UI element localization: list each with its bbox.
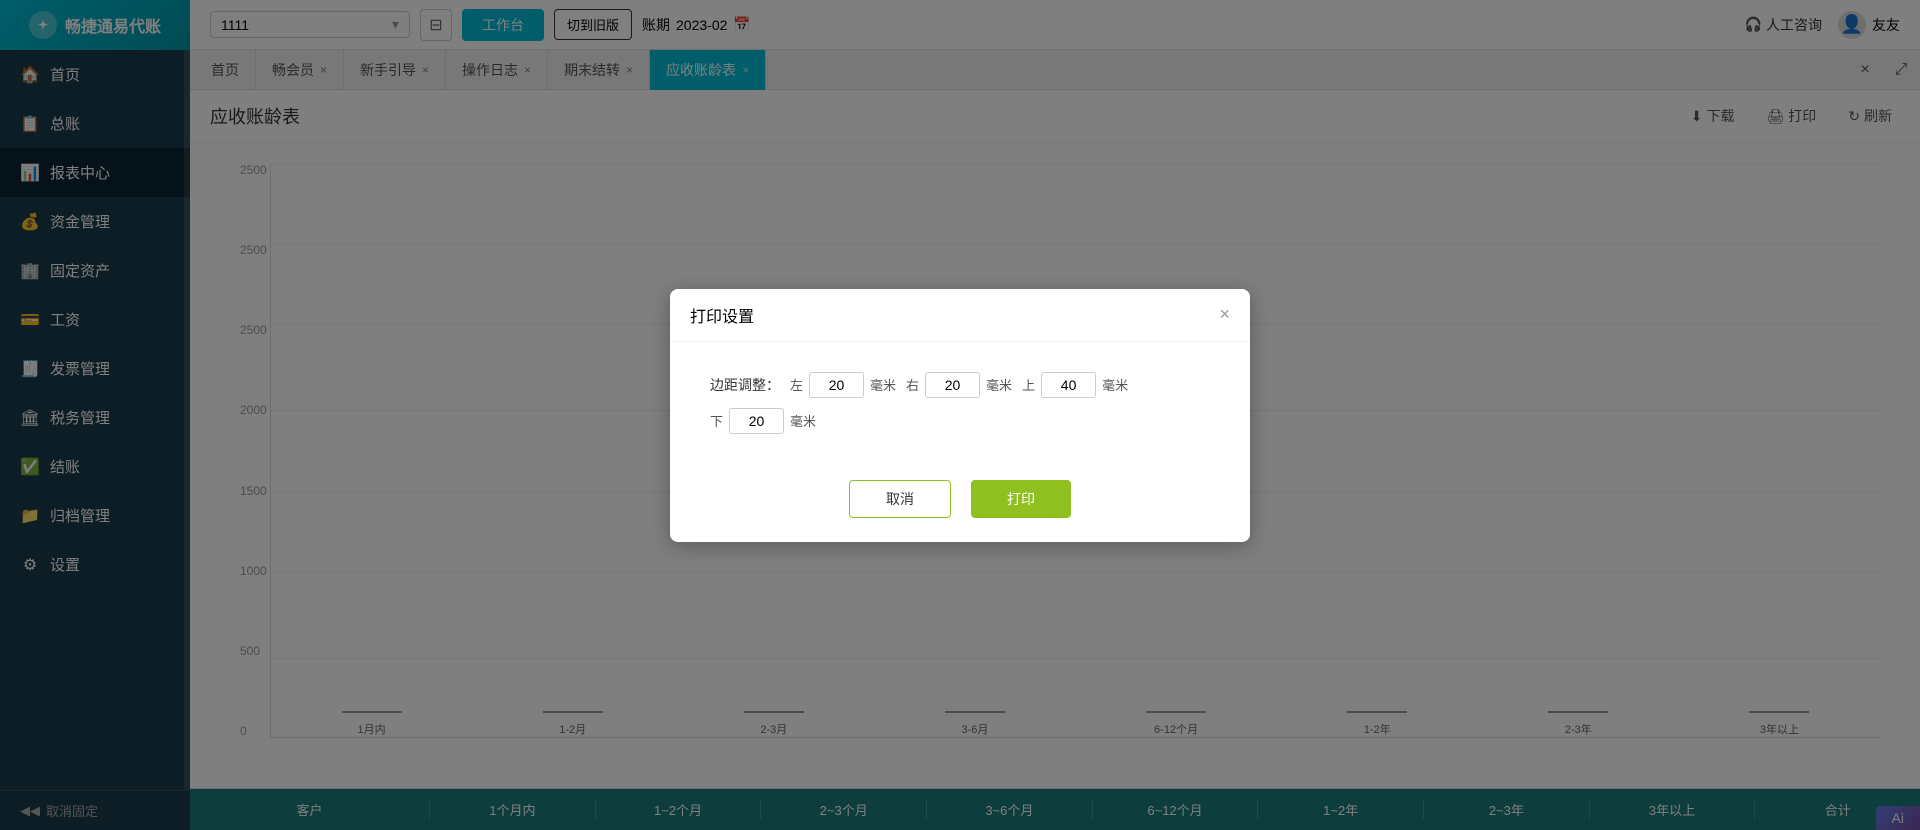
- margin-right-label: 右: [906, 375, 919, 394]
- margin-left-input[interactable]: [809, 372, 864, 398]
- dialog-body: 边距调整： 左 毫米 右 毫米 上 毫米 下: [670, 342, 1250, 464]
- print-confirm-button[interactable]: 打印: [971, 480, 1071, 518]
- margin-right-input[interactable]: [925, 372, 980, 398]
- margin-right-group: 右 毫米: [906, 372, 1012, 398]
- margin-left-group: 左 毫米: [790, 372, 896, 398]
- margin-row: 边距调整： 左 毫米 右 毫米 上 毫米 下: [710, 372, 1210, 434]
- margin-right-unit: 毫米: [986, 375, 1012, 394]
- margin-bottom-group: 下 毫米: [710, 408, 816, 434]
- margin-bottom-unit: 毫米: [790, 411, 816, 430]
- margin-top-label: 上: [1022, 375, 1035, 394]
- margin-bottom-label: 下: [710, 411, 723, 430]
- margin-label: 边距调整：: [710, 375, 780, 395]
- margin-top-unit: 毫米: [1102, 375, 1128, 394]
- dialog-header: 打印设置 ×: [670, 289, 1250, 342]
- print-settings-dialog: 打印设置 × 边距调整： 左 毫米 右 毫米 上 毫米: [670, 289, 1250, 542]
- margin-left-label: 左: [790, 375, 803, 394]
- margin-top-input[interactable]: [1041, 372, 1096, 398]
- margin-left-unit: 毫米: [870, 375, 896, 394]
- dialog-close-button[interactable]: ×: [1219, 304, 1230, 325]
- margin-top-group: 上 毫米: [1022, 372, 1128, 398]
- overlay: 打印设置 × 边距调整： 左 毫米 右 毫米 上 毫米: [0, 0, 1920, 830]
- dialog-title: 打印设置: [690, 303, 754, 327]
- dialog-footer: 取消 打印: [670, 464, 1250, 542]
- margin-bottom-input[interactable]: [729, 408, 784, 434]
- cancel-button[interactable]: 取消: [849, 480, 951, 518]
